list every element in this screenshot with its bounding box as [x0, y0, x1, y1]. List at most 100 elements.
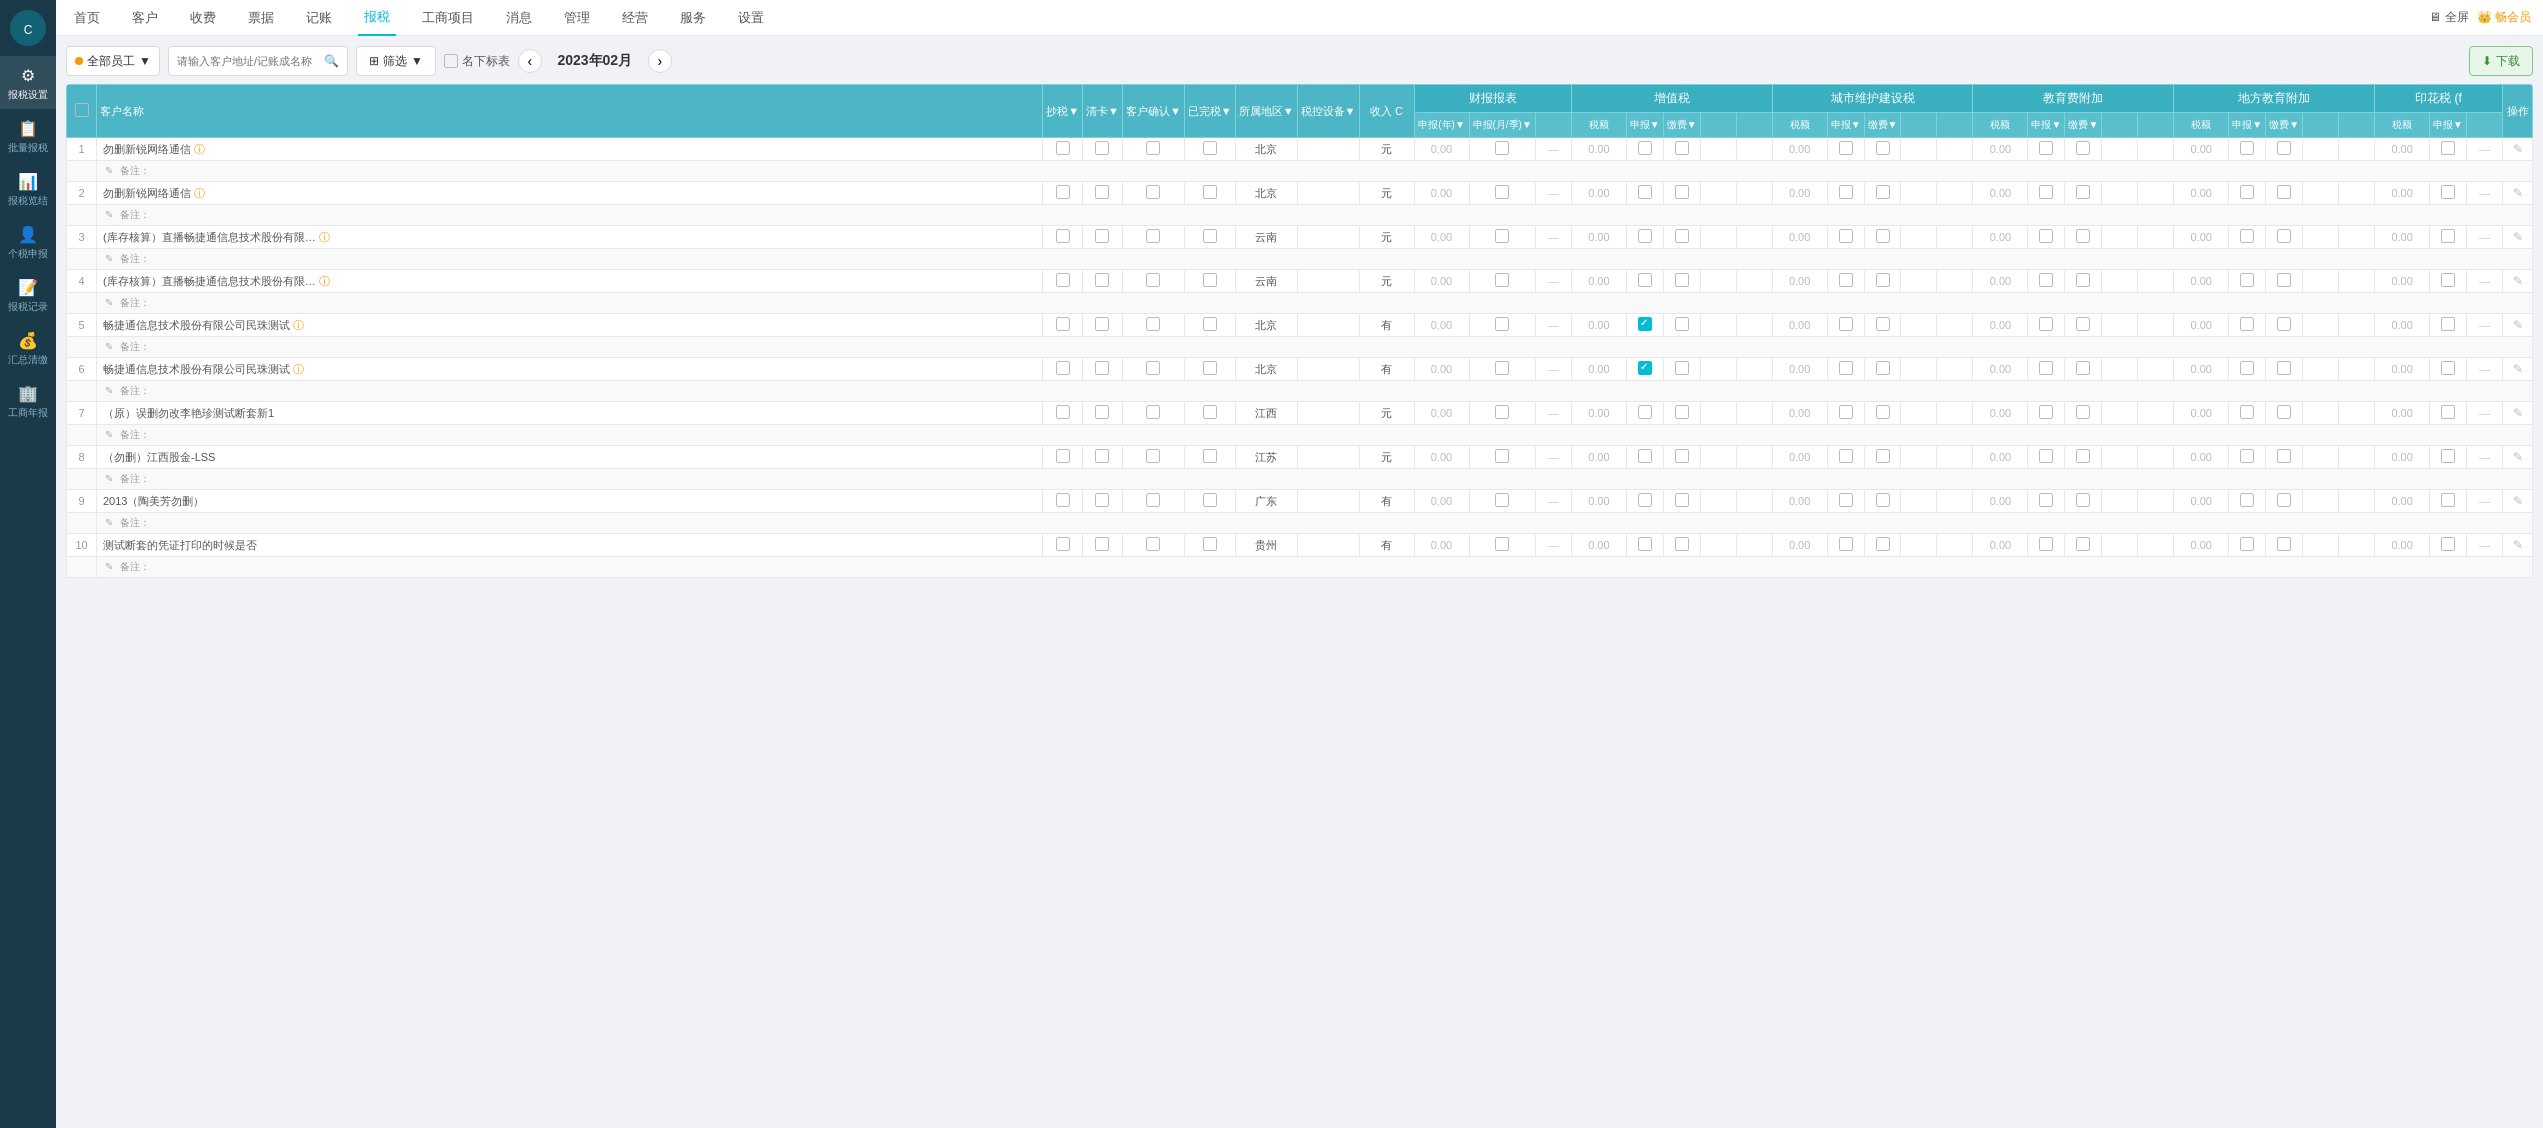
chengshi-jiaofei-cb[interactable]: [1864, 138, 1901, 161]
difang-shenbao-cb[interactable]: [2229, 402, 2266, 425]
difang-jiaofei-cb[interactable]: [2266, 138, 2303, 161]
yiwanshui-cb[interactable]: [1184, 446, 1235, 469]
chengshi-jiaofei-cb[interactable]: [1864, 446, 1901, 469]
zengjie-shenbao-cb[interactable]: [1626, 182, 1663, 205]
nav-jingying[interactable]: 经营: [616, 0, 654, 36]
edit-remark-icon[interactable]: ✎: [105, 473, 113, 484]
chaoshui-cb[interactable]: [1043, 138, 1083, 161]
caiwu-year-cb[interactable]: [1469, 358, 1535, 381]
yinhua-shenbao-cb[interactable]: [2430, 226, 2467, 249]
difang-jiaofei-cb[interactable]: [2266, 446, 2303, 469]
zengjie-jiaofei-cb[interactable]: [1663, 314, 1700, 337]
yiwanshui-cb[interactable]: [1184, 358, 1235, 381]
jiaoyu-jiaofei-cb[interactable]: [2065, 446, 2102, 469]
zengjie-jiaofei-cb[interactable]: [1663, 270, 1700, 293]
edit-icon[interactable]: ✎: [2513, 362, 2523, 376]
jiaoyu-jiaofei-cb[interactable]: [2065, 270, 2102, 293]
jiaoyu-shenbao-cb[interactable]: [2028, 138, 2065, 161]
qingka-cb[interactable]: [1083, 446, 1123, 469]
difang-jiaofei-cb[interactable]: [2266, 182, 2303, 205]
action-cell[interactable]: ✎: [2503, 314, 2533, 337]
action-cell[interactable]: ✎: [2503, 534, 2533, 557]
yinhua-shenbao-cb[interactable]: [2430, 182, 2467, 205]
prev-month-button[interactable]: ‹: [518, 49, 542, 73]
edit-icon[interactable]: ✎: [2513, 186, 2523, 200]
jiaoyu-shenbao-cb[interactable]: [2028, 358, 2065, 381]
chaoshui-cb[interactable]: [1043, 402, 1083, 425]
jiaoyu-shenbao-cb[interactable]: [2028, 270, 2065, 293]
sidebar-item-baoshui-shezhi[interactable]: ⚙ 报税设置: [0, 56, 56, 109]
nav-guanli[interactable]: 管理: [558, 0, 596, 36]
caiwu-year-cb[interactable]: [1469, 270, 1535, 293]
difang-jiaofei-cb[interactable]: [2266, 314, 2303, 337]
yinhua-shenbao-cb[interactable]: [2430, 358, 2467, 381]
yiwanshui-cb[interactable]: [1184, 490, 1235, 513]
yinhua-shenbao-cb[interactable]: [2430, 534, 2467, 557]
action-cell[interactable]: ✎: [2503, 138, 2533, 161]
employee-filter-select[interactable]: 全部员工 ▼: [66, 46, 160, 76]
yinhua-shenbao-cb[interactable]: [2430, 138, 2467, 161]
zengjie-shenbao-cb[interactable]: [1626, 402, 1663, 425]
zengjie-jiaofei-cb[interactable]: [1663, 490, 1700, 513]
download-button[interactable]: ⬇ 下载: [2469, 46, 2533, 76]
select-all-checkbox[interactable]: [75, 103, 89, 117]
jiaoyu-jiaofei-cb[interactable]: [2065, 138, 2102, 161]
edit-remark-icon[interactable]: ✎: [105, 517, 113, 528]
jiaoyu-shenbao-cb[interactable]: [2028, 182, 2065, 205]
sidebar-item-gongshangnian[interactable]: 🏢 工商年报: [0, 374, 56, 427]
caiwu-year-cb[interactable]: [1469, 402, 1535, 425]
filter-button[interactable]: ⊞ 筛选 ▼: [356, 46, 436, 76]
jiaoyu-shenbao-cb[interactable]: [2028, 534, 2065, 557]
chengshi-shenbao-cb[interactable]: [1827, 270, 1864, 293]
caiwu-year-cb[interactable]: [1469, 534, 1535, 557]
difang-jiaofei-cb[interactable]: [2266, 226, 2303, 249]
chengshi-jiaofei-cb[interactable]: [1864, 226, 1901, 249]
chaoshui-cb[interactable]: [1043, 446, 1083, 469]
jiaoyu-jiaofei-cb[interactable]: [2065, 534, 2102, 557]
chengshi-jiaofei-cb[interactable]: [1864, 534, 1901, 557]
yiwanshui-cb[interactable]: [1184, 182, 1235, 205]
edit-icon[interactable]: ✎: [2513, 538, 2523, 552]
next-month-button[interactable]: ›: [648, 49, 672, 73]
yinhua-shenbao-cb[interactable]: [2430, 402, 2467, 425]
caiwu-year-cb[interactable]: [1469, 490, 1535, 513]
sidebar-item-huizong[interactable]: 💰 汇总清缴: [0, 321, 56, 374]
chengshi-shenbao-cb[interactable]: [1827, 138, 1864, 161]
nav-shoufei[interactable]: 收费: [184, 0, 222, 36]
chengshi-shenbao-cb[interactable]: [1827, 402, 1864, 425]
chengshi-shenbao-cb[interactable]: [1827, 490, 1864, 513]
chengshi-shenbao-cb[interactable]: [1827, 446, 1864, 469]
jiaoyu-jiaofei-cb[interactable]: [2065, 358, 2102, 381]
caiwu-year-cb[interactable]: [1469, 446, 1535, 469]
qingka-cb[interactable]: [1083, 534, 1123, 557]
zengjie-jiaofei-cb[interactable]: [1663, 358, 1700, 381]
kehu-queren-cb[interactable]: [1122, 402, 1184, 425]
kehu-queren-cb[interactable]: [1122, 446, 1184, 469]
edit-remark-icon[interactable]: ✎: [105, 165, 113, 176]
zengjie-shenbao-cb[interactable]: [1626, 534, 1663, 557]
chengshi-shenbao-cb[interactable]: [1827, 358, 1864, 381]
chaoshui-cb[interactable]: [1043, 490, 1083, 513]
difang-shenbao-cb[interactable]: [2229, 182, 2266, 205]
difang-jiaofei-cb[interactable]: [2266, 402, 2303, 425]
edit-remark-icon[interactable]: ✎: [105, 385, 113, 396]
zengjie-shenbao-cb[interactable]: [1626, 490, 1663, 513]
zengjie-jiaofei-cb[interactable]: [1663, 226, 1700, 249]
named-list-tag[interactable]: 名下标表: [444, 53, 510, 70]
zengjie-jiaofei-cb[interactable]: [1663, 446, 1700, 469]
caiwu-year-cb[interactable]: [1469, 226, 1535, 249]
chengshi-jiaofei-cb[interactable]: [1864, 314, 1901, 337]
zengjie-jiaofei-cb[interactable]: [1663, 182, 1700, 205]
edit-remark-icon[interactable]: ✎: [105, 297, 113, 308]
qingka-cb[interactable]: [1083, 226, 1123, 249]
kehu-queren-cb[interactable]: [1122, 358, 1184, 381]
yiwanshui-cb[interactable]: [1184, 534, 1235, 557]
jiaoyu-jiaofei-cb[interactable]: [2065, 226, 2102, 249]
edit-icon[interactable]: ✎: [2513, 406, 2523, 420]
kehu-queren-cb[interactable]: [1122, 182, 1184, 205]
kehu-queren-cb[interactable]: [1122, 534, 1184, 557]
action-cell[interactable]: ✎: [2503, 270, 2533, 293]
zengjie-shenbao-cb[interactable]: ✓: [1626, 358, 1663, 381]
nav-home[interactable]: 首页: [68, 0, 106, 36]
chengshi-jiaofei-cb[interactable]: [1864, 490, 1901, 513]
